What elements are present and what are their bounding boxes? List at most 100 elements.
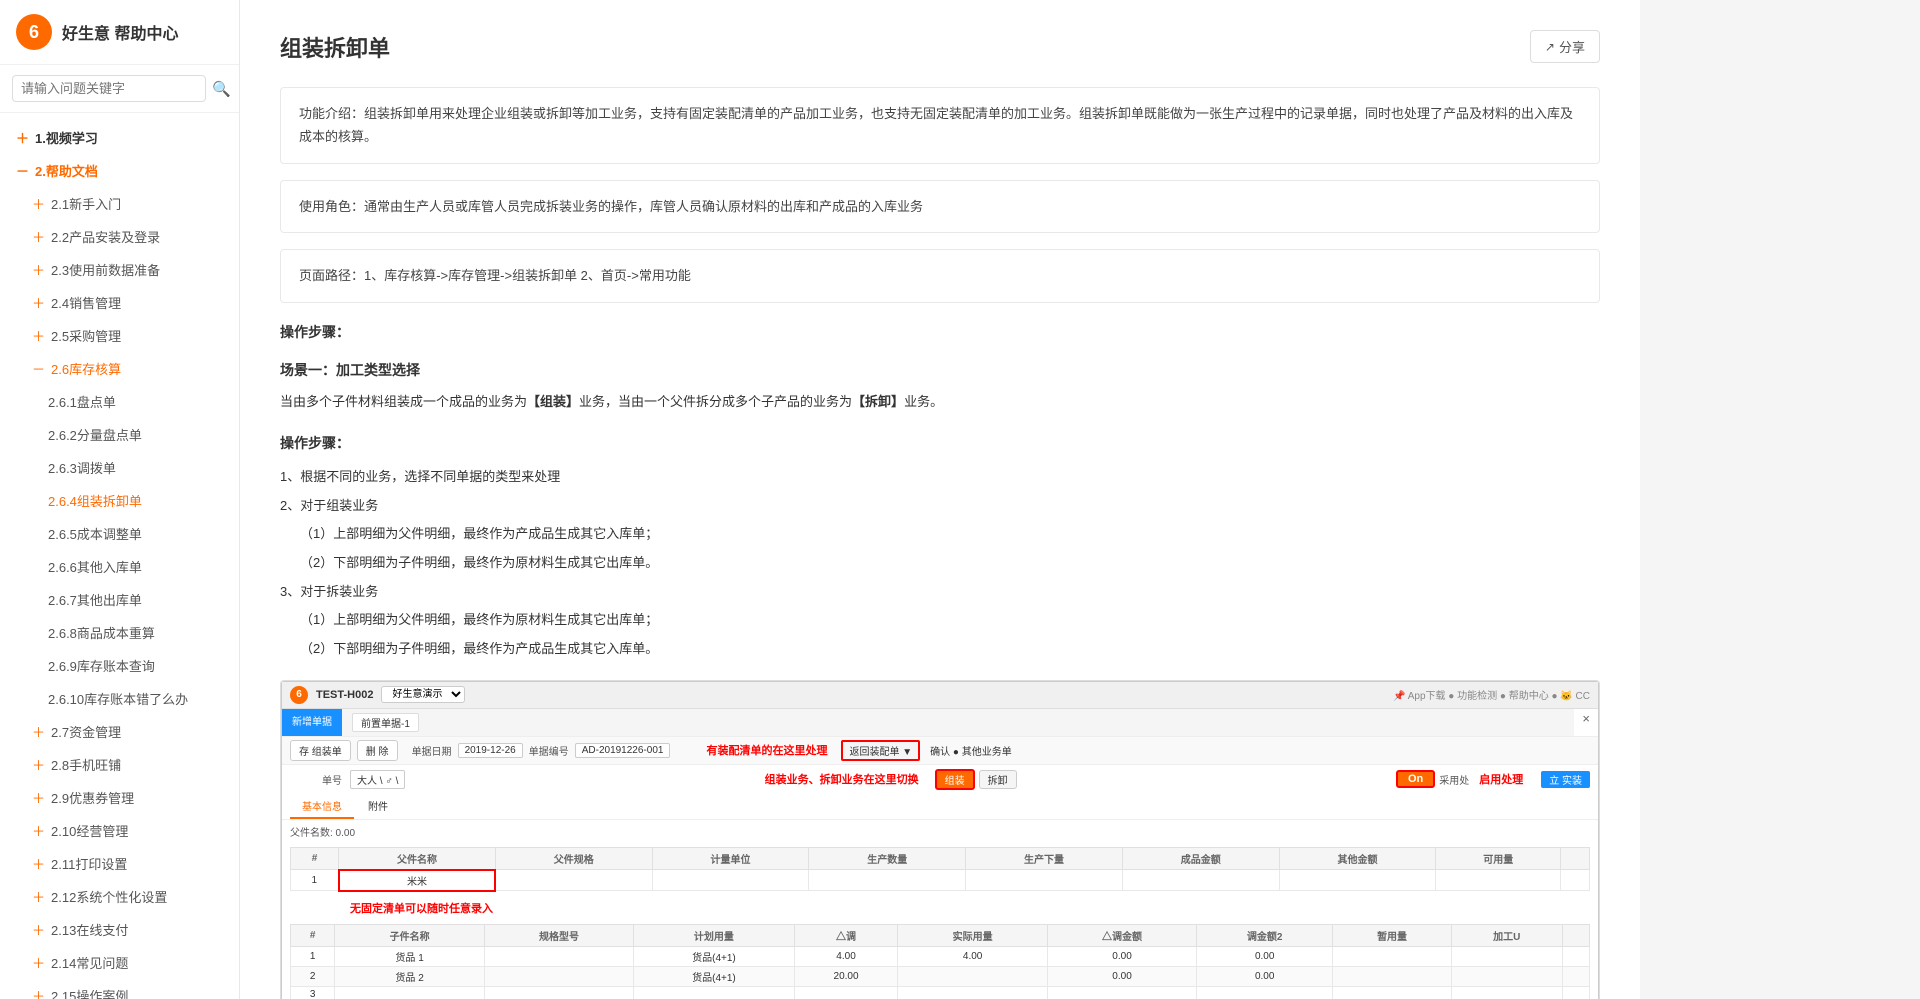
sidebar-item-cost-adjust[interactable]: 2.6.5成本调整单 [0, 517, 239, 550]
sidebar-item-assembly[interactable]: 2.6.4组装拆卸单 [0, 484, 239, 517]
step3-2: （2）下部明细为子件明细，最终作为产成品生成其它入库单。 [280, 637, 1600, 662]
plus-icon: ＋ [32, 326, 45, 345]
sidebar-item-purchase[interactable]: ＋ 2.5采购管理 [0, 319, 239, 352]
plus-icon: ＋ [32, 227, 45, 246]
sidebar-item-other-in[interactable]: 2.6.6其他入库单 [0, 550, 239, 583]
plus-icon: ＋ [32, 194, 45, 213]
fake-dh-value: 大人 \ ♂ \ [350, 770, 405, 789]
plus-icon: ＋ [32, 887, 45, 906]
role-section: 使用角色：通常由生产人员或库管人员完成拆装业务的操作，库管人员确认原材料的出库和… [280, 180, 1600, 233]
sidebar-item-inventory[interactable]: － 2.6库存核算 [0, 352, 239, 385]
fake-table-top-wrapper: # 父件名称 父件规格 计量单位 生产数量 生产下量 成品金额 其他金额 可用量 [282, 847, 1598, 900]
fake-label-dh: 单号 [322, 772, 342, 787]
content-body: 操作步骤： 场景一：加工类型选择 当由多个子件材料组装成一个成品的业务为【组装】… [280, 319, 1600, 662]
search-input[interactable] [12, 75, 206, 102]
plus-icon: ＋ [32, 260, 45, 279]
fake-th-other-amt: 其他金额 [1279, 847, 1436, 870]
table-row: 2货品 2货品(4+1)20.000.000.00 [291, 966, 1590, 986]
sidebar-item-adjust[interactable]: 2.6.3调拨单 [0, 451, 239, 484]
sidebar-item-stocktake[interactable]: 2.6.1盘点单 [0, 385, 239, 418]
fake-th-goods-amt: 成品金额 [1122, 847, 1279, 870]
fake-app-logo: 6 [290, 686, 308, 704]
fake-num-value: AD-20191226-001 [575, 743, 671, 758]
path-section: 页面路径：1、库存核算->库存管理->组装拆卸单 2、首页->常用功能 [280, 249, 1600, 302]
step1: 1、根据不同的业务，选择不同单据的类型来处理 [280, 465, 1600, 490]
minus-icon: － [32, 359, 45, 378]
fake-assembly-btn: 返回装配单 ▼ [841, 740, 920, 761]
fake-toggle-disassemble: 拆卸 [979, 770, 1017, 789]
share-button[interactable]: ↗ 分享 [1530, 30, 1600, 63]
fake-table-bottom: # 子件名称 规格型号 计划用量 △调 实际用量 △调金额 调金额2 暂用量 加… [290, 924, 1590, 999]
table-row: 3 [291, 986, 1590, 999]
table-row: 1货品 1货品(4+1)4.004.000.000.00 [291, 946, 1590, 966]
sidebar-item-mobile[interactable]: ＋ 2.8手机旺铺 [0, 748, 239, 781]
sidebar-item-funds[interactable]: ＋ 2.7资金管理 [0, 715, 239, 748]
fake-th-produce-qty: 生产数量 [809, 847, 966, 870]
fake-app: 6 TEST-H002 好生意演示 📌 App下载 ● 功能检测 ● 帮助中心 … [281, 681, 1599, 999]
sidebar-item-video[interactable]: ＋ 1.视频学习 [0, 121, 239, 154]
fake-on-group: On 采用处 启用处理 [1396, 770, 1523, 788]
fake-annotation-free-wrapper: 无固定清单可以随时任意录入 [282, 900, 1598, 920]
sidebar-item-goods-cost[interactable]: 2.6.8商品成本重算 [0, 616, 239, 649]
fake-th-no: # [291, 847, 339, 870]
sidebar-item-print[interactable]: ＋ 2.11打印设置 [0, 847, 239, 880]
fake-icons: 📌 App下载 ● 功能检测 ● 帮助中心 ● 🐱 CC [1393, 687, 1590, 702]
fake-num-label: 单据编号 [529, 743, 569, 758]
fake-table-label-top: 父件名数: 0.00 [282, 820, 1598, 843]
fake-toggle-group: 组装 拆卸 [935, 769, 1017, 790]
annotation-config: 有装配清单的在这里处理 [706, 742, 827, 758]
fake-th-parent-name: 父件名称 [339, 847, 496, 870]
fake-th-parent-spec: 父件规格 [495, 847, 652, 870]
sidebar-item-cases[interactable]: ＋ 2.15操作案例 [0, 979, 239, 999]
sidebar-item-faq[interactable]: ＋ 2.14常见问题 [0, 946, 239, 979]
step2: 2、对于组装业务 [280, 494, 1600, 519]
sidebar-item-operation[interactable]: ＋ 2.10经营管理 [0, 814, 239, 847]
sidebar-header: 6 好生意 帮助中心 [0, 0, 239, 65]
fake-table-bottom-wrapper: # 子件名称 规格型号 计划用量 △调 实际用量 △调金额 调金额2 暂用量 加… [282, 924, 1598, 999]
plus-icon: ＋ [32, 821, 45, 840]
search-button[interactable]: 🔍 [212, 80, 231, 98]
fake-tab-attach[interactable]: 附件 [356, 794, 400, 819]
sidebar-item-stock-error[interactable]: 2.6.10库存账本错了么办 [0, 682, 239, 715]
sidebar-item-sales[interactable]: ＋ 2.4销售管理 [0, 286, 239, 319]
fake-tabs-row: 前置单据-1 [342, 709, 1574, 736]
sidebar-item-newbie[interactable]: ＋ 2.1新手入门 [0, 187, 239, 220]
fake-on-badge: On [1396, 770, 1435, 788]
fake-th-action [1561, 847, 1590, 870]
fake-company-select[interactable]: 好生意演示 [381, 686, 465, 703]
sidebar-item-system[interactable]: ＋ 2.12系统个性化设置 [0, 880, 239, 913]
annotation-process: 启用处理 [1479, 771, 1523, 787]
share-icon: ↗ [1545, 40, 1555, 54]
fake-close-btn[interactable]: × [1574, 709, 1598, 736]
sidebar-item-online-pay[interactable]: ＋ 2.13在线支付 [0, 913, 239, 946]
fake-tab-basic[interactable]: 基本信息 [290, 794, 354, 819]
sidebar-item-data-prep[interactable]: ＋ 2.3使用前数据准备 [0, 253, 239, 286]
fake-on-label: 采用处 [1439, 772, 1469, 787]
scenario1-desc: 当由多个子件材料组装成一个成品的业务为【组装】业务，当由一个父件拆分成多个子产品… [280, 390, 1600, 415]
fake-table-top: # 父件名称 父件规格 计量单位 生产数量 生产下量 成品金额 其他金额 可用量 [290, 847, 1590, 892]
fake-toggle-assemble: 组装 [935, 769, 975, 790]
plus-icon: ＋ [32, 986, 45, 999]
plus-icon: ＋ [32, 953, 45, 972]
intro-section: 功能介绍：组装拆卸单用来处理企业组装或拆卸等加工业务，支持有固定装配清单的产品加… [280, 87, 1600, 164]
search-box: 🔍 [0, 65, 239, 113]
fake-process-btn: 立 实装 [1541, 771, 1590, 788]
sidebar-item-docs[interactable]: － 2.帮助文档 [0, 154, 239, 187]
fake-sub-tabs: 基本信息 附件 [282, 794, 1598, 820]
step2-2: （2）下部明细为子件明细，最终作为原材料生成其它出库单。 [280, 551, 1600, 576]
sidebar-item-coupon[interactable]: ＋ 2.9优惠券管理 [0, 781, 239, 814]
annotation-switch: 组装业务、拆卸业务在这里切换 [765, 771, 919, 787]
sidebar-item-split-stocktake[interactable]: 2.6.2分量盘点单 [0, 418, 239, 451]
operations-heading: 操作步骤： [280, 319, 1600, 346]
sidebar-item-stock-query[interactable]: 2.6.9库存账本查询 [0, 649, 239, 682]
app-logo: 6 [16, 14, 52, 50]
sidebar-item-other-out[interactable]: 2.6.7其他出库单 [0, 583, 239, 616]
table-row: 1 米米 [291, 870, 1590, 891]
sidebar-item-install[interactable]: ＋ 2.2产品安装及登录 [0, 220, 239, 253]
fake-btn-prev: 前置单据-1 [352, 713, 419, 732]
fake-form-row: 单号 大人 \ ♂ \ 组装业务、拆卸业务在这里切换 组装 拆卸 On 采用处 [282, 765, 1598, 794]
fake-date-label: 单据日期 [412, 743, 452, 758]
step2-1: （1）上部明细为父件明细，最终作为产成品生成其它入库单； [280, 522, 1600, 547]
plus-icon: ＋ [32, 920, 45, 939]
plus-icon: ＋ [32, 854, 45, 873]
